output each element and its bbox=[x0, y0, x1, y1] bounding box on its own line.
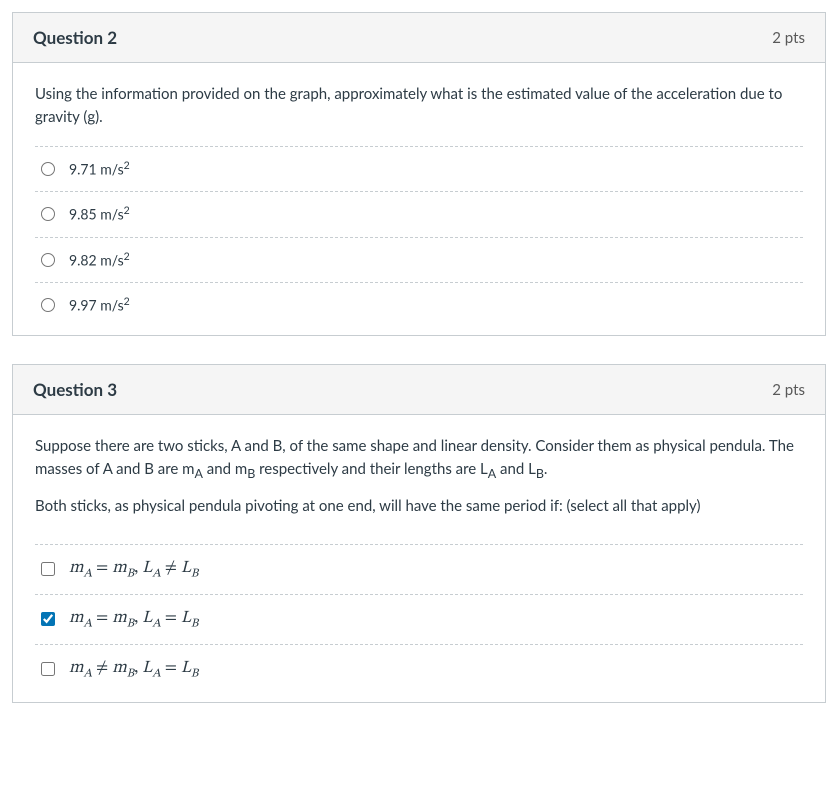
q2-option-1-label: 9.85 m/s2 bbox=[69, 204, 799, 224]
q2-option-1-unit: m/s bbox=[100, 206, 123, 223]
q2-option-3-exp: 2 bbox=[124, 296, 130, 308]
q2-radio-0[interactable] bbox=[41, 162, 55, 176]
q3-option-2-label: mA ≠ mB, LA = LB bbox=[69, 657, 799, 682]
question-2-header: Question 2 2 pts bbox=[13, 13, 825, 63]
q2-option-0[interactable]: 9.71 m/s2 bbox=[35, 147, 803, 192]
question-3-points: 2 pts bbox=[772, 381, 805, 399]
q3-option-1-label: mA = mB, LA = LB bbox=[69, 607, 799, 632]
q2-option-3-label: 9.97 m/s2 bbox=[69, 295, 799, 315]
q2-option-2[interactable]: 9.82 m/s2 bbox=[35, 238, 803, 283]
question-2-body: Using the information provided on the gr… bbox=[13, 63, 825, 335]
question-3-prompt: Suppose there are two sticks, A and B, o… bbox=[35, 435, 803, 518]
question-3-options: mA = mB, LA ≠ LB mA = mB, LA = LB bbox=[35, 544, 803, 694]
question-3-title: Question 3 bbox=[33, 379, 117, 400]
q2-radio-2[interactable] bbox=[41, 253, 55, 267]
q2-option-1[interactable]: 9.85 m/s2 bbox=[35, 192, 803, 237]
q2-option-0-label: 9.71 m/s2 bbox=[69, 159, 799, 179]
q3-option-1[interactable]: mA = mB, LA = LB bbox=[35, 595, 803, 645]
q2-option-1-exp: 2 bbox=[124, 205, 130, 217]
question-3-card: Question 3 2 pts Suppose there are two s… bbox=[12, 364, 826, 703]
q2-option-0-exp: 2 bbox=[124, 160, 130, 172]
question-3-prompt-p1: Suppose there are two sticks, A and B, o… bbox=[35, 435, 803, 483]
question-2-title: Question 2 bbox=[33, 27, 117, 48]
question-2-options: 9.71 m/s2 9.85 m/s2 9.82 m/s2 bbox=[35, 146, 803, 327]
q2-option-2-exp: 2 bbox=[124, 251, 130, 263]
q2-option-0-value: 9.71 bbox=[69, 161, 97, 178]
question-2-prompt-text: Using the information provided on the gr… bbox=[35, 83, 803, 128]
q2-option-3[interactable]: 9.97 m/s2 bbox=[35, 283, 803, 327]
q2-radio-3[interactable] bbox=[41, 298, 55, 312]
q2-option-2-value: 9.82 bbox=[69, 251, 97, 268]
question-2-points: 2 pts bbox=[772, 29, 805, 47]
q3-checkbox-1[interactable] bbox=[41, 612, 55, 626]
q2-option-3-unit: m/s bbox=[100, 296, 123, 313]
question-3-header: Question 3 2 pts bbox=[13, 365, 825, 415]
question-3-prompt-p2: Both sticks, as physical pendula pivotin… bbox=[35, 495, 803, 518]
q3-checkbox-0[interactable] bbox=[41, 562, 55, 576]
q2-option-2-label: 9.82 m/s2 bbox=[69, 250, 799, 270]
q2-option-3-value: 9.97 bbox=[69, 296, 97, 313]
q3-option-2[interactable]: mA ≠ mB, LA = LB bbox=[35, 645, 803, 694]
q2-option-2-unit: m/s bbox=[100, 251, 123, 268]
question-3-body: Suppose there are two sticks, A and B, o… bbox=[13, 415, 825, 702]
q2-radio-1[interactable] bbox=[41, 207, 55, 221]
q3-option-0[interactable]: mA = mB, LA ≠ LB bbox=[35, 545, 803, 595]
q2-option-1-value: 9.85 bbox=[69, 206, 97, 223]
q3-checkbox-2[interactable] bbox=[41, 662, 55, 676]
q3-option-0-label: mA = mB, LA ≠ LB bbox=[69, 557, 799, 582]
q2-option-0-unit: m/s bbox=[100, 161, 123, 178]
question-2-prompt: Using the information provided on the gr… bbox=[35, 83, 803, 128]
question-2-card: Question 2 2 pts Using the information p… bbox=[12, 12, 826, 336]
